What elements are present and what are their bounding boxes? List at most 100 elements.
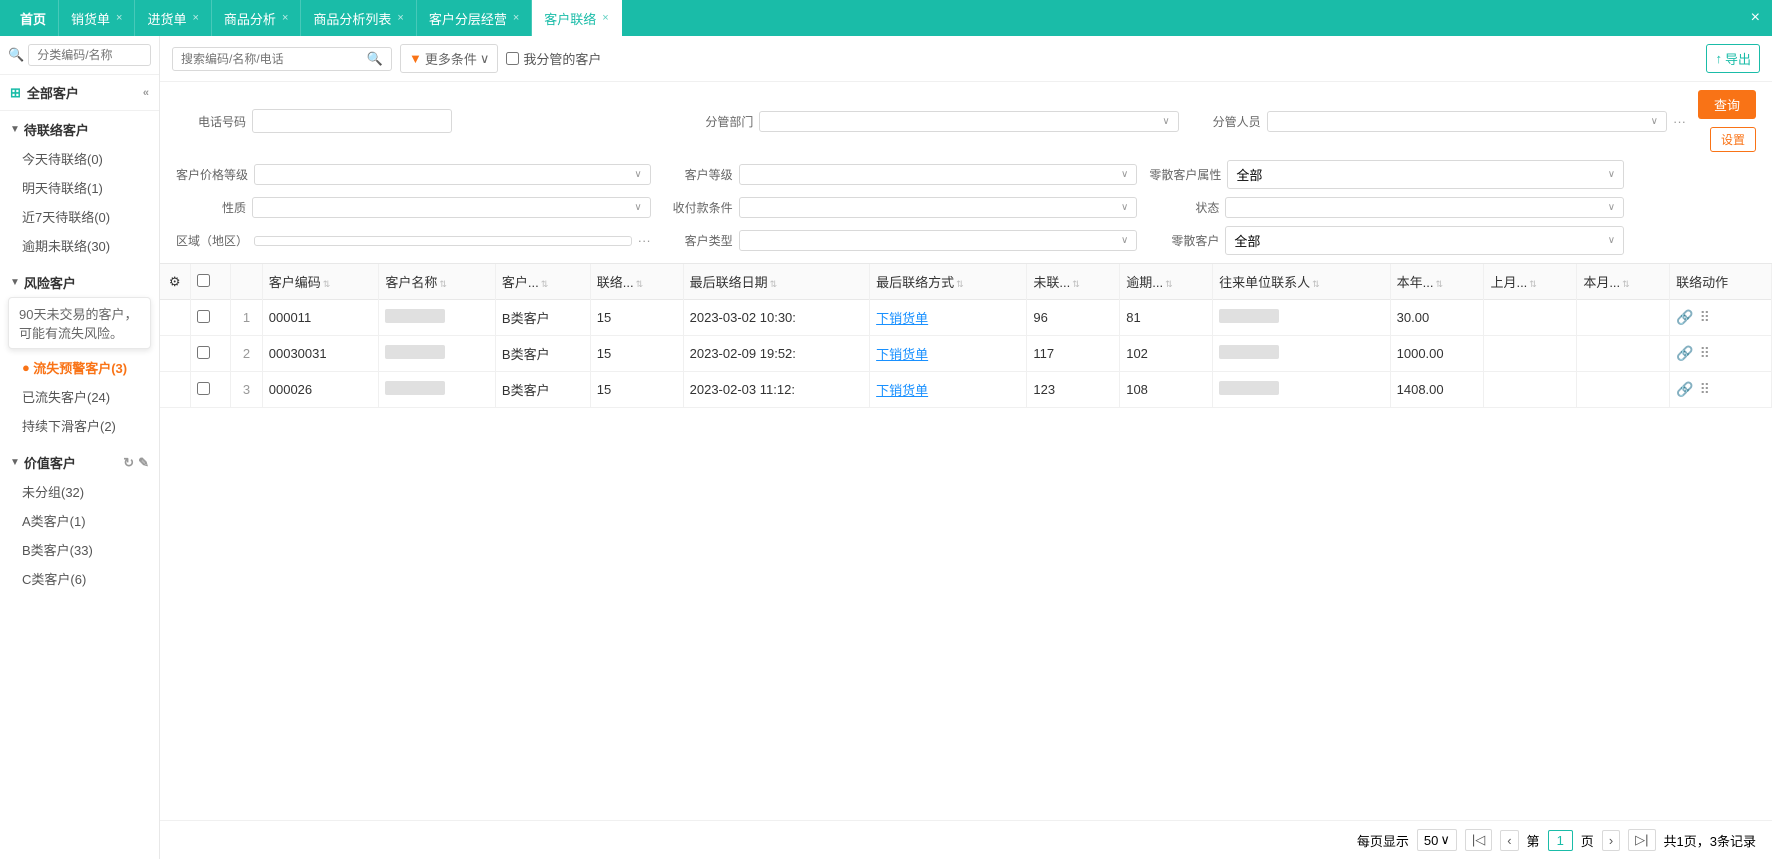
more-filter-button[interactable]: ▼ 更多条件 ∨	[400, 44, 498, 73]
col-last-date[interactable]: 最后联络日期⇅	[683, 264, 869, 300]
last-page-button[interactable]: ▷|	[1628, 829, 1655, 851]
col-last-method[interactable]: 最后联络方式⇅	[870, 264, 1027, 300]
per-page-select[interactable]: 50 ∨	[1417, 829, 1457, 851]
sidebar-group-header-pending[interactable]: ▼ 待联络客户	[0, 115, 159, 144]
filter-dept-label: 分管部门	[683, 113, 753, 130]
filter-payment-label: 收付款条件	[663, 199, 733, 216]
cell-checkbox	[190, 300, 231, 336]
tab-home[interactable]: 首页	[8, 0, 59, 36]
row-checkbox-1[interactable]	[197, 346, 210, 359]
filter-customer-type-select[interactable]: ∨	[739, 230, 1138, 251]
sidebar-group-header-risk[interactable]: ▼ 风险客户	[0, 268, 159, 297]
cell-name	[379, 336, 496, 372]
chevron-retail2: ∨	[1608, 235, 1615, 246]
edit-icon[interactable]: ✎	[138, 455, 149, 471]
close-tab-purchase[interactable]: ×	[192, 12, 198, 24]
cell-this-month	[1577, 372, 1670, 408]
filter-retail-attr-label: 零散客户属性	[1149, 166, 1221, 183]
filter-dept-select[interactable]: ∨	[759, 111, 1178, 132]
current-page: 1	[1548, 830, 1573, 851]
filter-customer-level: 客户等级 ∨	[663, 164, 1138, 185]
sidebar-item-declining[interactable]: 持续下滑客户(2)	[0, 411, 159, 440]
grid-icon: ⊞	[10, 85, 21, 101]
window-close-button[interactable]: ×	[1739, 9, 1772, 27]
cell-checkbox	[190, 372, 231, 408]
col-overdue[interactable]: 逾期...⇅	[1120, 264, 1213, 300]
filter-region-select[interactable]	[254, 236, 632, 246]
tab-customer-contact[interactable]: 客户联络 ×	[532, 0, 621, 36]
filter-nature-select[interactable]: ∨	[252, 197, 651, 218]
sidebar-item-overdue[interactable]: 逾期未联络(30)	[0, 231, 159, 260]
col-contact[interactable]: 联络...⇅	[590, 264, 683, 300]
filter-price-level-select[interactable]: ∨	[254, 164, 651, 185]
my-customers-checkbox[interactable]	[506, 52, 519, 65]
action-more-icon-2[interactable]: ⠿	[1700, 381, 1710, 398]
filter-customer-level-select[interactable]: ∨	[739, 164, 1138, 185]
filter-row-3: 性质 ∨ 收付款条件 ∨ 状态	[176, 197, 1756, 218]
tab-analysis-list[interactable]: 商品分析列表 ×	[301, 0, 416, 36]
sidebar-item-churned[interactable]: 已流失客户(24)	[0, 382, 159, 411]
query-btn-group: 查询 设置	[1698, 90, 1756, 152]
close-tab-analysis[interactable]: ×	[282, 12, 288, 24]
col-this-month[interactable]: 本月...⇅	[1577, 264, 1670, 300]
close-tab-analysis-list[interactable]: ×	[397, 12, 403, 24]
setting-button[interactable]: 设置	[1710, 127, 1756, 152]
action-more-icon-1[interactable]: ⠿	[1700, 345, 1710, 362]
filter-retail-attr-select[interactable]: 全部 ∨	[1227, 160, 1624, 189]
gear-icon[interactable]: ⚙	[169, 274, 181, 289]
tab-analysis[interactable]: 商品分析 ×	[212, 0, 301, 36]
filter-manager-select[interactable]: ∨	[1267, 111, 1667, 132]
action-link-icon-2[interactable]: 🔗	[1676, 381, 1693, 398]
filter-retail: 零散客户 全部 ∨	[1149, 226, 1624, 255]
sidebar-group-risk: ▼ 风险客户 90天未交易的客户，可能有流失风险。 ● 流失预警客户(3) 已流…	[0, 264, 159, 444]
sidebar-item-class-c[interactable]: C类客户(6)	[0, 564, 159, 593]
first-page-button[interactable]: |◁	[1465, 829, 1492, 851]
close-tab-customer-segment[interactable]: ×	[513, 12, 519, 24]
search-input[interactable]	[181, 52, 363, 66]
row-checkbox-0[interactable]	[197, 310, 210, 323]
tab-purchase[interactable]: 进货单 ×	[135, 0, 211, 36]
tab-customer-segment[interactable]: 客户分层经营 ×	[417, 0, 532, 36]
refresh-icon[interactable]: ↻	[123, 455, 134, 471]
sidebar-item-class-b[interactable]: B类客户(33)	[0, 535, 159, 564]
action-more-icon-0[interactable]: ⠿	[1700, 309, 1710, 326]
sidebar-item-tomorrow[interactable]: 明天待联络(1)	[0, 173, 159, 202]
more-dots-region[interactable]: ···	[638, 233, 651, 248]
filter-retail-select[interactable]: 全部 ∨	[1225, 226, 1624, 255]
close-tab-customer-contact[interactable]: ×	[602, 12, 608, 24]
action-link-icon-0[interactable]: 🔗	[1676, 309, 1693, 326]
sidebar-item-class-a[interactable]: A类客户(1)	[0, 506, 159, 535]
col-code[interactable]: 客户编码⇅	[262, 264, 379, 300]
close-tab-sales[interactable]: ×	[116, 12, 122, 24]
select-all-checkbox[interactable]	[197, 274, 210, 287]
sidebar-item-churn-warning[interactable]: ● 流失预警客户(3)	[0, 353, 159, 382]
sidebar-all-customers[interactable]: ⊞ 全部客户 «	[0, 75, 159, 111]
sidebar-group-header-value[interactable]: ▼ 价值客户 ↻ ✎	[0, 448, 159, 477]
filter-status-select[interactable]: ∨	[1225, 197, 1624, 218]
sidebar-item-ungrouped[interactable]: 未分组(32)	[0, 477, 159, 506]
action-link-icon-1[interactable]: 🔗	[1676, 345, 1693, 362]
sidebar-item-7days[interactable]: 近7天待联络(0)	[0, 202, 159, 231]
col-company-contact[interactable]: 往来单位联系人⇅	[1213, 264, 1391, 300]
prev-page-button[interactable]: ‹	[1500, 830, 1518, 851]
col-type[interactable]: 客户...⇅	[495, 264, 590, 300]
chevron-clevel: ∨	[1121, 169, 1128, 180]
sidebar-item-today[interactable]: 今天待联络(0)	[0, 144, 159, 173]
col-last-month[interactable]: 上月...⇅	[1484, 264, 1577, 300]
col-this-year[interactable]: 本年...⇅	[1390, 264, 1484, 300]
sidebar-search-input[interactable]	[28, 44, 151, 66]
query-button[interactable]: 查询	[1698, 90, 1756, 119]
more-dots-manager[interactable]: ···	[1673, 114, 1686, 129]
col-settings[interactable]: ⚙	[160, 264, 190, 300]
filter-payment-select[interactable]: ∨	[739, 197, 1138, 218]
tab-sales[interactable]: 销货单 ×	[59, 0, 135, 36]
search-submit-icon[interactable]: 🔍	[367, 51, 383, 67]
my-customers-checkbox-wrap[interactable]: 我分管的客户	[506, 49, 601, 68]
row-checkbox-2[interactable]	[197, 382, 210, 395]
col-name[interactable]: 客户名称⇅	[379, 264, 496, 300]
export-button[interactable]: ↑ 导出	[1706, 44, 1760, 73]
cell-type: B类客户	[495, 336, 590, 372]
filter-phone-input[interactable]	[252, 109, 452, 133]
next-page-button[interactable]: ›	[1602, 830, 1620, 851]
col-not-contacted[interactable]: 未联...⇅	[1027, 264, 1120, 300]
